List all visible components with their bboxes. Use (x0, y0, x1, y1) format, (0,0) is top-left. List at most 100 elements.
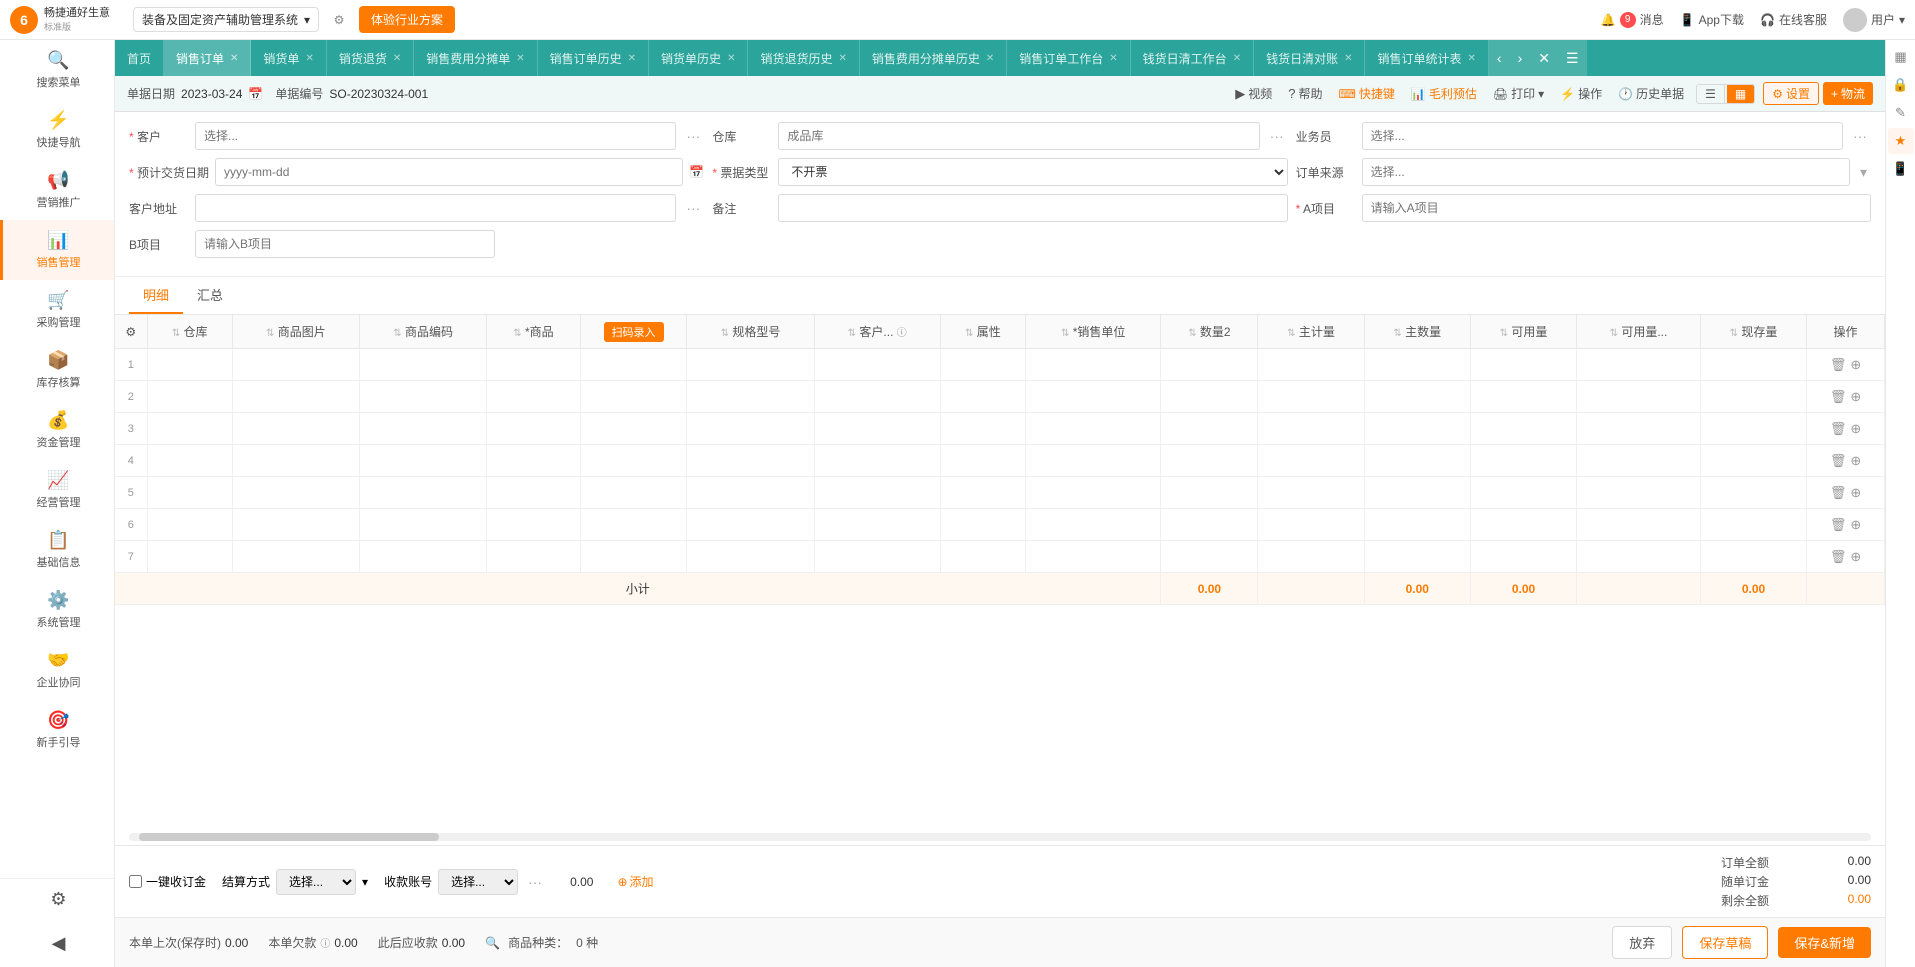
tab-stats[interactable]: 销售订单统计表 ✕ (1365, 40, 1488, 76)
row-7-customer-code[interactable] (814, 541, 940, 573)
row-7-product-code[interactable] (360, 541, 487, 573)
row-7-stock[interactable] (1700, 541, 1806, 573)
row-7-copy-icon[interactable]: ⊕ (1850, 549, 1861, 565)
row-4-product-code[interactable] (360, 445, 487, 477)
row-5-product[interactable] (487, 477, 580, 509)
tab-close-return-history[interactable]: ✕ (838, 53, 846, 64)
row-6-attribute[interactable] (940, 509, 1025, 541)
tab-close-all-button[interactable]: ✕ (1530, 40, 1558, 76)
message-button[interactable]: 🔔 9 消息 (1601, 11, 1664, 28)
sidebar-item-operations[interactable]: 📈 经营管理 (0, 460, 114, 520)
row-3-warehouse[interactable] (147, 413, 232, 445)
tab-sales-slip[interactable]: 销货单 ✕ (251, 40, 326, 76)
row-2-customer-code[interactable] (814, 381, 940, 413)
horizontal-scrollbar[interactable] (129, 833, 1871, 841)
tab-return-history[interactable]: 销货退货历史 ✕ (748, 40, 859, 76)
user-menu[interactable]: 用户 ▾ (1843, 8, 1905, 32)
row-7-warehouse[interactable] (147, 541, 232, 573)
row-4-qty2[interactable] (1161, 445, 1258, 477)
delivery-calendar-icon[interactable]: 📅 (689, 165, 704, 179)
row-5-stock[interactable] (1700, 477, 1806, 509)
sidebar-item-guide[interactable]: 🎯 新手引导 (0, 700, 114, 760)
tab-close-order-workbench[interactable]: ✕ (1109, 53, 1117, 64)
sidebar-item-system[interactable]: ⚙️ 系统管理 (0, 580, 114, 640)
receipt-account-select[interactable]: 选择... (438, 869, 518, 895)
sidebar-collapse-button[interactable]: ◀ (0, 923, 114, 967)
row-1-spec[interactable] (687, 349, 814, 381)
sidebar-item-finance[interactable]: 💰 资金管理 (0, 400, 114, 460)
row-2-available2[interactable] (1577, 381, 1701, 413)
row-3-attribute[interactable] (940, 413, 1025, 445)
row-4-stock[interactable] (1700, 445, 1806, 477)
row-7-qty2[interactable] (1161, 541, 1258, 573)
discard-button[interactable]: 放弃 (1612, 926, 1672, 959)
tab-close-order-history[interactable]: ✕ (628, 53, 636, 64)
settings-button[interactable]: ⚙ 设置 (1763, 82, 1819, 105)
tab-sales-expense[interactable]: 销售费用分摊单 ✕ (414, 40, 537, 76)
row-6-qty2[interactable] (1161, 509, 1258, 541)
sidebar-item-search[interactable]: 🔍 搜索菜单 (0, 40, 114, 100)
row-1-main-qty[interactable] (1364, 349, 1470, 381)
help-button[interactable]: ? 帮助 (1284, 83, 1326, 104)
row-3-product-code[interactable] (360, 413, 487, 445)
row-7-attribute[interactable] (940, 541, 1025, 573)
tab-close-expense-history[interactable]: ✕ (986, 53, 994, 64)
row-3-available[interactable] (1470, 413, 1576, 445)
row-4-delete-icon[interactable]: 🗑 (1830, 453, 1847, 469)
row-4-main-unit[interactable] (1258, 445, 1364, 477)
row-4-spec[interactable] (687, 445, 814, 477)
row-2-delete-icon[interactable]: 🗑 (1830, 389, 1847, 405)
settlement-select[interactable]: 选择... (276, 869, 356, 895)
row-4-product[interactable] (487, 445, 580, 477)
row-1-main-unit[interactable] (1258, 349, 1364, 381)
receipt-more-icon[interactable]: ··· (524, 874, 546, 890)
row-5-attribute[interactable] (940, 477, 1025, 509)
row-6-warehouse[interactable] (147, 509, 232, 541)
layout-form-button[interactable]: ▦ (1727, 85, 1754, 103)
system-selector[interactable]: 装备及固定资产辅助管理系统 ▾ (133, 7, 319, 32)
industry-plan-button[interactable]: 体验行业方案 (359, 6, 455, 33)
row-5-product-code[interactable] (360, 477, 487, 509)
row-7-main-unit[interactable] (1258, 541, 1364, 573)
row-5-copy-icon[interactable]: ⊕ (1850, 485, 1861, 501)
row-1-product[interactable] (487, 349, 580, 381)
row-2-stock[interactable] (1700, 381, 1806, 413)
tab-detail[interactable]: 明细 (129, 277, 183, 314)
tab-close-sales-order[interactable]: ✕ (230, 53, 238, 64)
tab-expense-history[interactable]: 销售费用分摊单历史 ✕ (860, 40, 1007, 76)
row-3-product[interactable] (487, 413, 580, 445)
row-6-main-unit[interactable] (1258, 509, 1364, 541)
row-1-qty2[interactable] (1161, 349, 1258, 381)
row-5-main-qty[interactable] (1364, 477, 1470, 509)
row-2-sales-unit[interactable] (1026, 381, 1161, 413)
sidebar-item-inventory[interactable]: 📦 库存核算 (0, 340, 114, 400)
right-panel-icon-1[interactable]: ▦ (1888, 44, 1914, 70)
right-panel-icon-4[interactable]: ★ (1888, 128, 1914, 154)
row-3-stock[interactable] (1700, 413, 1806, 445)
shortcut-button[interactable]: ⌨ 快捷键 (1335, 83, 1399, 104)
tab-close-daily-workbench[interactable]: ✕ (1233, 53, 1241, 64)
tab-close-stats[interactable]: ✕ (1468, 53, 1476, 64)
row-2-main-qty[interactable] (1364, 381, 1470, 413)
tab-sales-order[interactable]: 销售订单 ✕ (164, 40, 251, 76)
b-project-input[interactable] (195, 230, 495, 258)
row-3-delete-icon[interactable]: 🗑 (1830, 421, 1847, 437)
row-3-main-qty[interactable] (1364, 413, 1470, 445)
tab-sales-return[interactable]: 销货退货 ✕ (327, 40, 414, 76)
tab-home[interactable]: 首页 (115, 40, 164, 76)
row-6-copy-icon[interactable]: ⊕ (1850, 517, 1861, 533)
row-5-spec[interactable] (687, 477, 814, 509)
row-6-stock[interactable] (1700, 509, 1806, 541)
row-1-warehouse[interactable] (147, 349, 232, 381)
row-4-available2[interactable] (1577, 445, 1701, 477)
row-5-customer-code[interactable] (814, 477, 940, 509)
row-5-warehouse[interactable] (147, 477, 232, 509)
row-5-available[interactable] (1470, 477, 1576, 509)
a-project-input[interactable] (1362, 194, 1871, 222)
one-click-checkbox[interactable] (129, 875, 142, 888)
row-1-delete-icon[interactable]: 🗑 (1830, 357, 1847, 373)
row-5-delete-icon[interactable]: 🗑 (1830, 485, 1847, 501)
right-panel-icon-2[interactable]: 🔒 (1888, 72, 1914, 98)
sidebar-item-sales[interactable]: 📊 销售管理 (0, 220, 114, 280)
row-1-available[interactable] (1470, 349, 1576, 381)
